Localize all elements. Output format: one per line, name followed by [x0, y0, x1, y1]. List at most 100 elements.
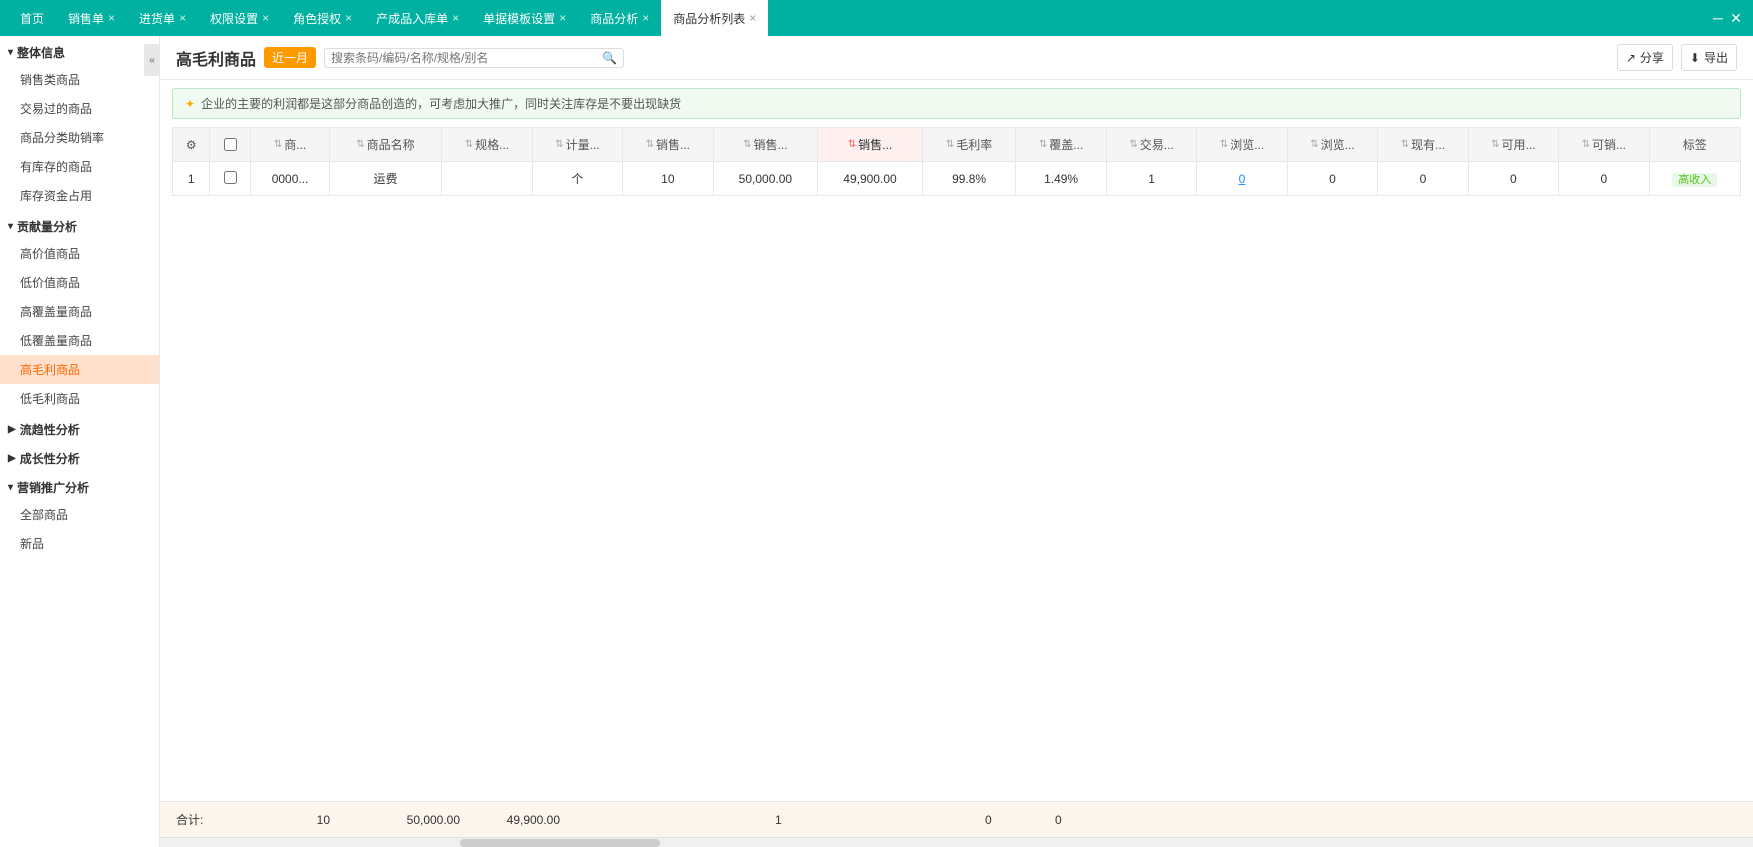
nav-sales-order-close[interactable]: × [108, 11, 115, 25]
total-views1 [813, 813, 883, 827]
row-checkbox[interactable] [224, 171, 237, 184]
info-bar: ✦ 企业的主要的利润都是这部分商品创造的，可考虑加大推广，同时关注库存是不要出现… [172, 88, 1741, 119]
col-tag[interactable]: 标签 [1649, 128, 1740, 162]
tag-badge: 高收入 [1672, 173, 1717, 187]
sidebar-item-stock-capital[interactable]: 库存资金占用 [0, 181, 159, 210]
cell-spec [442, 162, 532, 196]
nav-template-settings-close[interactable]: × [559, 11, 566, 25]
sidebar-item-high-coverage[interactable]: 高覆盖量商品 [0, 297, 159, 326]
sidebar-item-traded-goods[interactable]: 交易过的商品 [0, 94, 159, 123]
content-area: 高毛利商品 近一月 🔍 ↗ 分享 ⬇ 导出 ✦ 企业的主要的利润都是这部分商品创… [160, 36, 1753, 847]
sidebar-group-trend-arrow: ▶ [8, 424, 16, 435]
col-spec[interactable]: ⇅规格... [442, 128, 532, 162]
time-filter-button[interactable]: 近一月 [264, 47, 316, 68]
col-coverage[interactable]: ⇅覆盖... [1016, 128, 1106, 162]
col-unit[interactable]: ⇅计量... [532, 128, 622, 162]
nav-product-analysis-list-close[interactable]: × [749, 11, 756, 25]
sidebar-group-marketing[interactable]: ▾ 营销推广分析 [0, 471, 159, 500]
sidebar-item-high-margin[interactable]: 高毛利商品 [0, 355, 159, 384]
nav-product-inbound-close[interactable]: × [452, 11, 459, 25]
total-stock: 0 [953, 813, 1023, 827]
col-gross-margin[interactable]: ⇅毛利率 [922, 128, 1016, 162]
select-all-checkbox[interactable] [224, 138, 237, 151]
sidebar-item-low-coverage[interactable]: 低覆盖量商品 [0, 326, 159, 355]
page-title: 高毛利商品 [176, 46, 256, 70]
sidebar-item-sales-goods[interactable]: 销售类商品 [0, 65, 159, 94]
sidebar-item-category-assist[interactable]: 商品分类助销率 [0, 123, 159, 152]
cell-views1[interactable]: 0 [1197, 162, 1287, 196]
col-sales-profit[interactable]: ⇅销售... [818, 128, 923, 162]
nav-template-settings[interactable]: 单据模板设置 × [471, 0, 578, 36]
total-sales-amount: 50,000.00 [383, 813, 483, 827]
nav-sales-order[interactable]: 销售单 × [56, 0, 127, 36]
sidebar-group-overall-label: 整体信息 [17, 44, 65, 61]
col-code[interactable]: ⇅商... [251, 128, 329, 162]
sidebar: « ▾ 整体信息 销售类商品 交易过的商品 商品分类助销率 有库存的商品 库存资… [0, 36, 160, 847]
sidebar-item-low-margin[interactable]: 低毛利商品 [0, 384, 159, 413]
sidebar-item-new-goods[interactable]: 新品 [0, 529, 159, 558]
col-transactions[interactable]: ⇅交易... [1106, 128, 1196, 162]
sidebar-item-stocked-goods[interactable]: 有库存的商品 [0, 152, 159, 181]
col-sales-qty[interactable]: ⇅销售... [623, 128, 713, 162]
export-button[interactable]: ⬇ 导出 [1681, 44, 1737, 71]
col-name-sort: ⇅ [356, 139, 364, 150]
nav-permissions[interactable]: 权限设置 × [198, 0, 281, 36]
window-minimize-btn[interactable]: ─ [1709, 9, 1727, 27]
nav-product-inbound[interactable]: 产成品入库单 × [364, 0, 471, 36]
table-header-row: ⚙ ⇅商... ⇅商品名称 ⇅规格... ⇅计量... ⇅销售... ⇅销售..… [173, 128, 1741, 162]
cell-index: 1 [173, 162, 210, 196]
search-icon[interactable]: 🔍 [602, 51, 617, 65]
col-name[interactable]: ⇅商品名称 [329, 128, 442, 162]
col-settings[interactable]: ⚙ [173, 128, 210, 162]
sidebar-collapse-btn[interactable]: « [144, 44, 160, 76]
sidebar-group-contribution-arrow: ▾ [8, 221, 13, 232]
cell-sales-amount: 50,000.00 [713, 162, 818, 196]
table-row: 1 0000... 运费 个 10 50,000.00 49,900.00 99… [173, 162, 1741, 196]
top-navigation: 首页 销售单 × 进货单 × 权限设置 × 角色授权 × 产成品入库单 × 单据… [0, 0, 1753, 36]
cell-unit: 个 [532, 162, 622, 196]
sidebar-item-high-value[interactable]: 高价值商品 [0, 239, 159, 268]
window-close-btn[interactable]: ✕ [1727, 9, 1745, 27]
cell-code: 0000... [251, 162, 329, 196]
sidebar-group-overall[interactable]: ▾ 整体信息 [0, 36, 159, 65]
col-stock[interactable]: ⇅现有... [1378, 128, 1468, 162]
nav-purchase-order[interactable]: 进货单 × [127, 0, 198, 36]
sidebar-group-growth[interactable]: ▶ 成长性分析 [0, 442, 159, 471]
scrollbar-thumb[interactable] [460, 839, 660, 847]
total-sales-qty: 10 [263, 813, 383, 827]
col-sales-amount[interactable]: ⇅销售... [713, 128, 818, 162]
col-views2[interactable]: ⇅浏览... [1287, 128, 1377, 162]
sidebar-group-contribution[interactable]: ▾ 贡献量分析 [0, 210, 159, 239]
data-table: ⚙ ⇅商... ⇅商品名称 ⇅规格... ⇅计量... ⇅销售... ⇅销售..… [172, 127, 1741, 196]
horizontal-scrollbar[interactable] [160, 837, 1753, 847]
search-input[interactable] [331, 51, 602, 65]
nav-purchase-order-close[interactable]: × [179, 11, 186, 25]
table-container: ⚙ ⇅商... ⇅商品名称 ⇅规格... ⇅计量... ⇅销售... ⇅销售..… [160, 127, 1753, 801]
sidebar-group-trend[interactable]: ▶ 流趋性分析 [0, 413, 159, 442]
col-usable[interactable]: ⇅可用... [1468, 128, 1558, 162]
share-button[interactable]: ↗ 分享 [1617, 44, 1673, 71]
cell-sales-qty: 10 [623, 162, 713, 196]
nav-product-analysis-list[interactable]: 商品分析列表 × [661, 0, 768, 36]
total-sales-profit: 49,900.00 [483, 813, 583, 827]
views1-link[interactable]: 0 [1239, 172, 1246, 186]
nav-permissions-close[interactable]: × [262, 11, 269, 25]
col-views1[interactable]: ⇅浏览... [1197, 128, 1287, 162]
info-icon: ✦ [185, 97, 195, 111]
cell-tag: 高收入 [1649, 162, 1740, 196]
nav-home[interactable]: 首页 [8, 0, 56, 36]
nav-roles-close[interactable]: × [345, 11, 352, 25]
nav-product-analysis-close[interactable]: × [642, 11, 649, 25]
cell-stock: 0 [1378, 162, 1468, 196]
export-icon: ⬇ [1690, 51, 1700, 65]
col-sellable[interactable]: ⇅可销... [1559, 128, 1649, 162]
sidebar-item-low-value[interactable]: 低价值商品 [0, 268, 159, 297]
cell-checkbox[interactable] [210, 162, 251, 196]
nav-roles[interactable]: 角色授权 × [281, 0, 364, 36]
share-icon: ↗ [1626, 51, 1636, 65]
main-layout: « ▾ 整体信息 销售类商品 交易过的商品 商品分类助销率 有库存的商品 库存资… [0, 36, 1753, 847]
cell-transactions: 1 [1106, 162, 1196, 196]
sidebar-item-all-goods[interactable]: 全部商品 [0, 500, 159, 529]
col-checkbox[interactable] [210, 128, 251, 162]
nav-product-analysis[interactable]: 商品分析 × [578, 0, 661, 36]
